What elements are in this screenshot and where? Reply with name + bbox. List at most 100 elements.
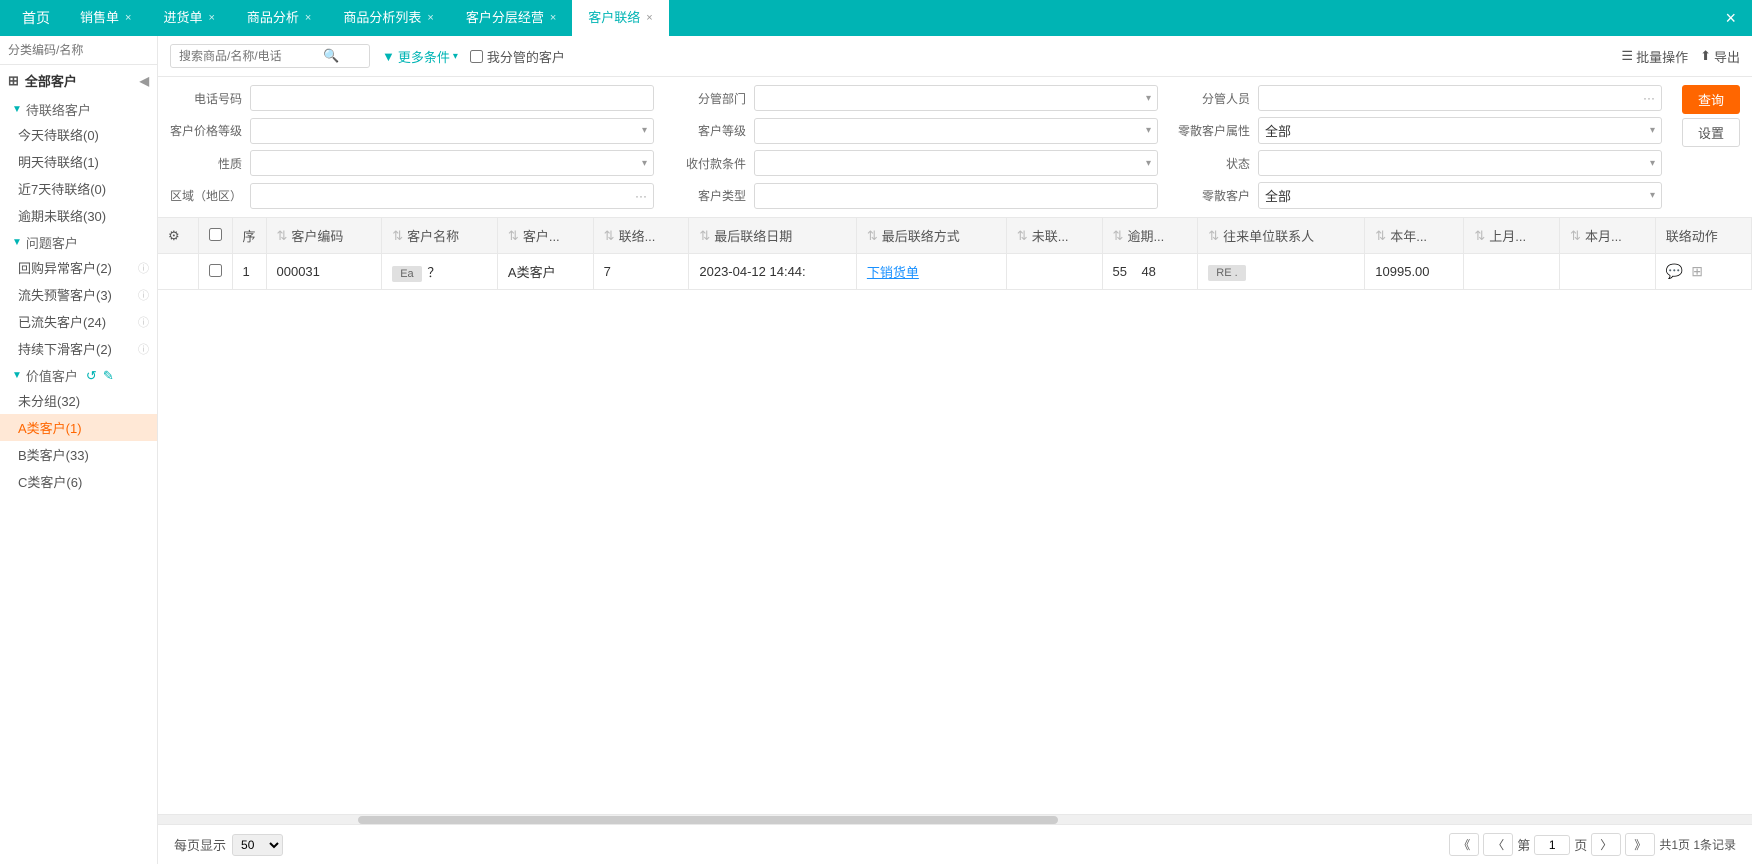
nav-tab-analysis-list[interactable]: 商品分析列表 ×	[327, 0, 449, 36]
sidebar-search-input[interactable]	[8, 43, 158, 57]
sort-icon-7: ⇅	[1017, 228, 1028, 244]
close-analysis-tab[interactable]: ×	[305, 0, 311, 36]
nav-tab-purchase[interactable]: 进货单 ×	[147, 0, 230, 36]
select-all-checkbox[interactable]	[209, 228, 222, 241]
last-page-btn[interactable]: 》	[1625, 833, 1655, 856]
scrollbar-thumb[interactable]	[358, 816, 1058, 824]
sidebar-item-warning[interactable]: 流失预警客户(3) ⓘ	[0, 281, 157, 308]
close-sales-tab[interactable]: ×	[125, 0, 131, 36]
td-settings	[158, 254, 198, 290]
refresh-icon[interactable]: ↺	[86, 368, 97, 384]
my-customer-filter[interactable]: 我分管的客户	[470, 47, 565, 66]
retail-customer-select[interactable]: 全部 ▾	[1258, 182, 1662, 209]
sidebar-item-declining[interactable]: 持续下滑客户(2) ⓘ	[0, 335, 157, 362]
person-select[interactable]: ···	[1258, 85, 1662, 111]
nav-close-button[interactable]: ×	[1717, 8, 1744, 29]
close-segment-tab[interactable]: ×	[550, 0, 556, 36]
customer-grade-select[interactable]: ▾	[754, 118, 1158, 144]
page-size-select[interactable]: 50 100 200	[232, 834, 283, 856]
sort-icon-3: ⇅	[508, 228, 519, 244]
th-year-amount: ⇅ 本年...	[1365, 218, 1464, 254]
collapse-icon[interactable]: ◀	[140, 74, 149, 88]
my-customer-checkbox[interactable]	[470, 50, 483, 63]
nav-tab-customer-segment[interactable]: 客户分层经营 ×	[450, 0, 572, 36]
sidebar-item-a-class[interactable]: A类客户(1)	[0, 414, 157, 441]
sidebar-all-customers[interactable]: ⊞ 全部客户 ◀	[0, 65, 157, 96]
retail-attr-caret: ▾	[1650, 125, 1655, 136]
query-button[interactable]: 查询	[1682, 85, 1740, 114]
payment-caret: ▾	[1146, 158, 1151, 169]
close-contact-tab[interactable]: ×	[646, 0, 652, 36]
person-dots: ···	[1643, 91, 1655, 105]
th-last-contact-method: ⇅ 最后联络方式	[856, 218, 1006, 254]
td-last-contact-date: 2023-04-12 14:44:	[689, 254, 856, 290]
filter-cell-customer-type: 客户类型	[674, 183, 1158, 209]
td-name: Ea ？	[382, 254, 498, 290]
td-uncontacted	[1006, 254, 1102, 290]
close-analysis-list-tab[interactable]: ×	[427, 0, 433, 36]
td-index: 1	[232, 254, 266, 290]
main-layout: 🔍 ⊞ 全部客户 ◀ ▼ 待联络客户 今天待联络(0) 明天待联络(1) 近7天…	[0, 36, 1752, 864]
filter-search-input[interactable]	[179, 49, 319, 63]
total-records: 共1页 1条记录	[1659, 836, 1736, 853]
prev-page-btn[interactable]: 〈	[1483, 833, 1513, 856]
sidebar-item-tomorrow[interactable]: 明天待联络(1)	[0, 148, 157, 175]
unit-contact-blocked: RE .	[1208, 265, 1245, 281]
td-row-actions: 💬 ⊞	[1655, 254, 1751, 290]
th-code: ⇅ 客户编码	[266, 218, 382, 254]
qr-action-icon[interactable]: ⊞	[1691, 263, 1703, 280]
sidebar-item-overdue[interactable]: 逾期未联络(30)	[0, 202, 157, 229]
sidebar-search-container: 🔍	[0, 36, 157, 65]
th-uncontacted: ⇅ 未联...	[1006, 218, 1102, 254]
nature-caret: ▾	[642, 158, 647, 169]
filter-bar: 🔍 ▼ 更多条件 ▾ 我分管的客户 ☰ 批量操作 ⬆ 导出	[158, 36, 1752, 77]
retail-customer-caret: ▾	[1650, 190, 1655, 201]
triangle-icon: ▼	[12, 104, 22, 115]
sidebar-item-b-class[interactable]: B类客户(33)	[0, 441, 157, 468]
sidebar-item-lost[interactable]: 已流失客户(24) ⓘ	[0, 308, 157, 335]
nav-home[interactable]: 首页	[8, 0, 64, 36]
dept-caret: ▾	[1146, 93, 1151, 104]
td-this-month	[1560, 254, 1656, 290]
settings-gear-icon[interactable]: ⚙	[168, 228, 180, 243]
settings-button[interactable]: 设置	[1682, 118, 1740, 147]
price-grade-select[interactable]: ▾	[250, 118, 654, 144]
last-contact-link[interactable]: 下销货单	[867, 265, 919, 280]
export-btn[interactable]: ⬆ 导出	[1700, 47, 1740, 66]
pagination-bar: 每页显示 50 100 200 《 〈 第 页 〉 》 共1页 1条记录	[158, 824, 1752, 864]
sidebar-problem-group: ▼ 问题客户	[0, 229, 157, 254]
phone-select[interactable]	[250, 85, 654, 111]
dept-select[interactable]: ▾	[754, 85, 1158, 111]
nature-select[interactable]: ▾	[250, 150, 654, 176]
sidebar-item-7days[interactable]: 近7天待联络(0)	[0, 175, 157, 202]
status-select[interactable]: ▾	[1258, 150, 1662, 176]
next-page-btn[interactable]: 〉	[1591, 833, 1621, 856]
nav-tab-sales[interactable]: 销售单 ×	[64, 0, 147, 36]
horizontal-scrollbar[interactable]	[158, 814, 1752, 824]
retail-attr-select[interactable]: 全部 ▾	[1258, 117, 1662, 144]
message-action-icon[interactable]: 💬	[1666, 263, 1683, 280]
th-checkbox	[198, 218, 232, 254]
page-input[interactable]	[1534, 835, 1570, 855]
chevron-down-icon: ▾	[453, 51, 458, 62]
page-total-label: 页	[1574, 835, 1587, 854]
info-icon-2: ⓘ	[138, 287, 149, 303]
close-purchase-tab[interactable]: ×	[208, 0, 214, 36]
row-checkbox[interactable]	[209, 264, 222, 277]
bulk-ops-btn[interactable]: ☰ 批量操作	[1621, 47, 1688, 66]
sort-icon-11: ⇅	[1474, 228, 1485, 244]
region-select[interactable]: ···	[250, 183, 654, 209]
customer-type-select[interactable]	[754, 183, 1158, 209]
filter-more-btn[interactable]: ▼ 更多条件 ▾	[382, 47, 458, 66]
sidebar-item-c-class[interactable]: C类客户(6)	[0, 468, 157, 495]
first-page-btn[interactable]: 《	[1449, 833, 1479, 856]
payment-select[interactable]: ▾	[754, 150, 1158, 176]
sidebar-item-abnormal[interactable]: 回购异常客户(2) ⓘ	[0, 254, 157, 281]
edit-icon[interactable]: ✎	[103, 368, 114, 384]
sidebar-item-ungrouped[interactable]: 未分组(32)	[0, 387, 157, 414]
td-contact-count: 7	[593, 254, 689, 290]
nav-tab-analysis[interactable]: 商品分析 ×	[231, 0, 327, 36]
nav-tab-customer-contact[interactable]: 客户联络 ×	[572, 0, 668, 36]
filter-search-icon[interactable]: 🔍	[323, 48, 339, 64]
sidebar-item-today[interactable]: 今天待联络(0)	[0, 121, 157, 148]
